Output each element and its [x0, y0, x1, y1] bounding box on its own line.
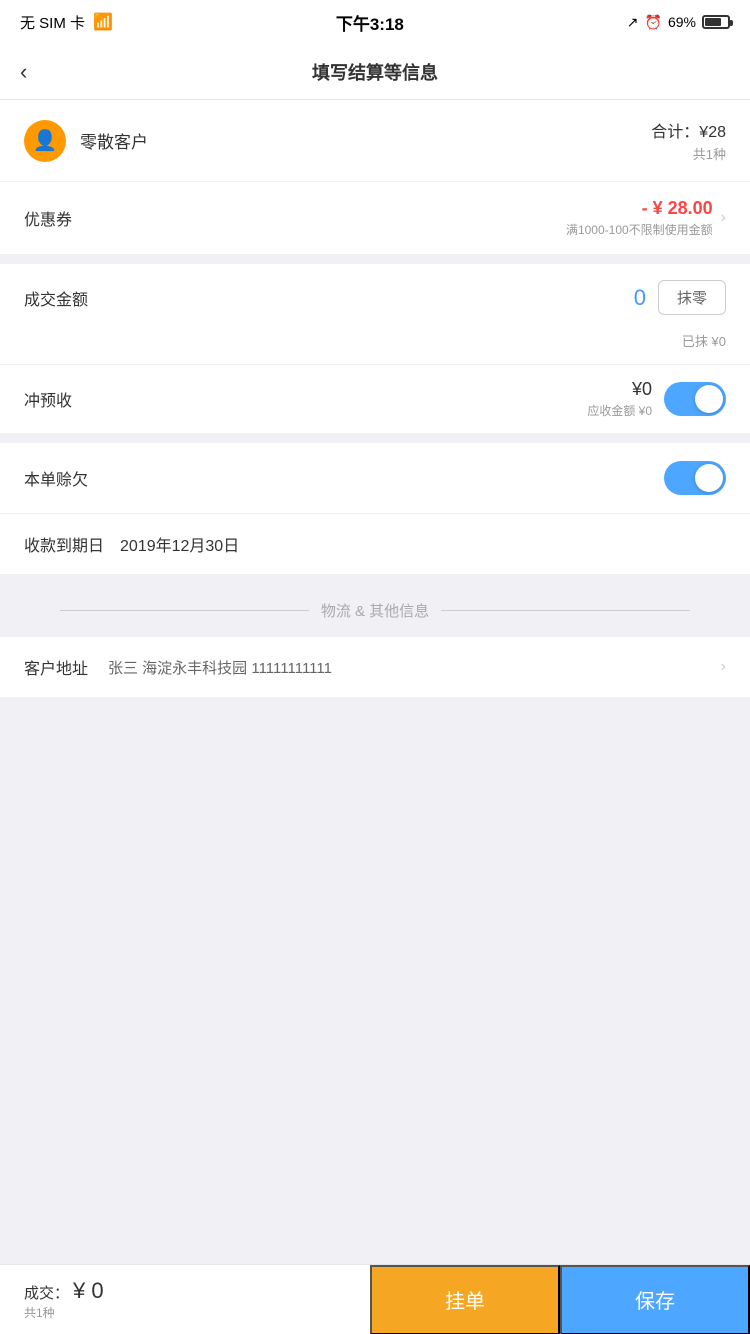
due-date-row: 收款到期日 2019年12月30日 [0, 513, 750, 574]
coupon-amount: - ¥ 28.00 [566, 198, 713, 219]
round-button[interactable]: 抹零 [658, 280, 726, 315]
advance-sub: 应收金额 ¥0 [587, 402, 652, 419]
deal-section: 成交金额 0 抹零 已抹 ¥0 冲预收 ¥0 应收金额 ¥0 [0, 264, 750, 433]
advance-value-block: ¥0 应收金额 ¥0 [587, 379, 652, 419]
status-time: 下午3:18 [336, 10, 404, 35]
credit-section: 本单赊欠 收款到期日 2019年12月30日 [0, 443, 750, 574]
nav-bar: ‹ 填写结算等信息 [0, 44, 750, 100]
bottom-bar: 成交： ¥ 0 共1种 挂单 保存 [0, 1264, 750, 1334]
customer-row: 👤 零散客户 合计：¥28 共1种 [0, 100, 750, 181]
coupon-label: 优惠券 [24, 206, 72, 230]
deal-right: 0 抹零 [616, 280, 726, 315]
customer-info: 👤 零散客户 [24, 120, 148, 162]
status-left: 无 SIM 卡 📶 [20, 12, 113, 33]
customer-section: 👤 零散客户 合计：¥28 共1种 优惠券 - ¥ 28.00 满1000-10… [0, 100, 750, 254]
status-bar: 无 SIM 卡 📶 下午3:18 ↗ ⏰ 69% [0, 0, 750, 44]
total-count: 共1种 [651, 144, 726, 163]
credit-toggle[interactable] [664, 461, 726, 495]
deal-sub-text: 已抹 ¥0 [0, 331, 750, 364]
battery-icon [702, 15, 730, 29]
advance-label: 冲预收 [24, 387, 72, 411]
save-button[interactable]: 保存 [560, 1265, 750, 1334]
alarm-icon: ⏰ [645, 14, 662, 31]
toggle-knob [695, 385, 723, 413]
content: 👤 零散客户 合计：¥28 共1种 优惠券 - ¥ 28.00 满1000-10… [0, 100, 750, 787]
location-icon: ↗ [627, 14, 639, 31]
hold-button[interactable]: 挂单 [370, 1265, 560, 1334]
avatar: 👤 [24, 120, 66, 162]
bottom-count: 共1种 [24, 1304, 346, 1321]
avatar-icon: 👤 [33, 128, 58, 153]
coupon-value-block: - ¥ 28.00 满1000-100不限制使用金额 [566, 198, 713, 238]
page-title: 填写结算等信息 [312, 59, 438, 85]
address-section: 客户地址 张三 海淀永丰科技园 11111111111 › [0, 637, 750, 697]
advance-amount: ¥0 [587, 379, 652, 400]
address-chevron-icon: › [721, 658, 726, 676]
divider-left [60, 610, 309, 611]
bottom-spacer [0, 707, 750, 787]
battery-percent: 69% [668, 14, 696, 30]
customer-total: 合计：¥28 共1种 [651, 118, 726, 163]
logistics-title-row: 物流 & 其他信息 [0, 600, 750, 621]
deal-amount-label: 成交金额 [24, 286, 88, 310]
coupon-right: - ¥ 28.00 满1000-100不限制使用金额 › [566, 198, 726, 238]
divider-right [441, 610, 690, 611]
address-row[interactable]: 客户地址 张三 海淀永丰科技园 11111111111 › [0, 637, 750, 697]
due-date-label: 收款到期日 [24, 532, 104, 556]
back-button[interactable]: ‹ [20, 59, 27, 85]
bottom-deal-label: 成交： [24, 1282, 69, 1303]
logistics-header: 物流 & 其他信息 [0, 584, 750, 637]
chevron-right-icon: › [721, 209, 726, 227]
coupon-description: 满1000-100不限制使用金额 [566, 221, 713, 238]
status-right: ↗ ⏰ 69% [627, 14, 730, 31]
deal-amount-value[interactable]: 0 [616, 285, 646, 311]
wifi-icon: 📶 [93, 12, 113, 32]
coupon-row[interactable]: 优惠券 - ¥ 28.00 满1000-100不限制使用金额 › [0, 181, 750, 254]
advance-toggle[interactable] [664, 382, 726, 416]
credit-label: 本单赊欠 [24, 466, 88, 490]
bottom-summary: 成交： ¥ 0 共1种 [0, 1278, 370, 1321]
due-date-value[interactable]: 2019年12月30日 [120, 532, 239, 556]
advance-row: 冲预收 ¥0 应收金额 ¥0 [0, 364, 750, 433]
bottom-deal-row: 成交： ¥ 0 [24, 1278, 346, 1304]
total-amount: 合计：¥28 [651, 118, 726, 142]
bottom-amount: ¥ 0 [73, 1278, 104, 1304]
address-value: 张三 海淀永丰科技园 11111111111 [108, 657, 721, 678]
advance-right: ¥0 应收金额 ¥0 [587, 379, 726, 419]
deal-amount-row: 成交金额 0 抹零 [0, 264, 750, 331]
credit-toggle-knob [695, 464, 723, 492]
carrier-text: 无 SIM 卡 [20, 12, 85, 33]
credit-row: 本单赊欠 [0, 443, 750, 513]
address-label: 客户地址 [24, 655, 88, 679]
customer-name: 零散客户 [80, 128, 148, 153]
logistics-title: 物流 & 其他信息 [321, 600, 429, 621]
